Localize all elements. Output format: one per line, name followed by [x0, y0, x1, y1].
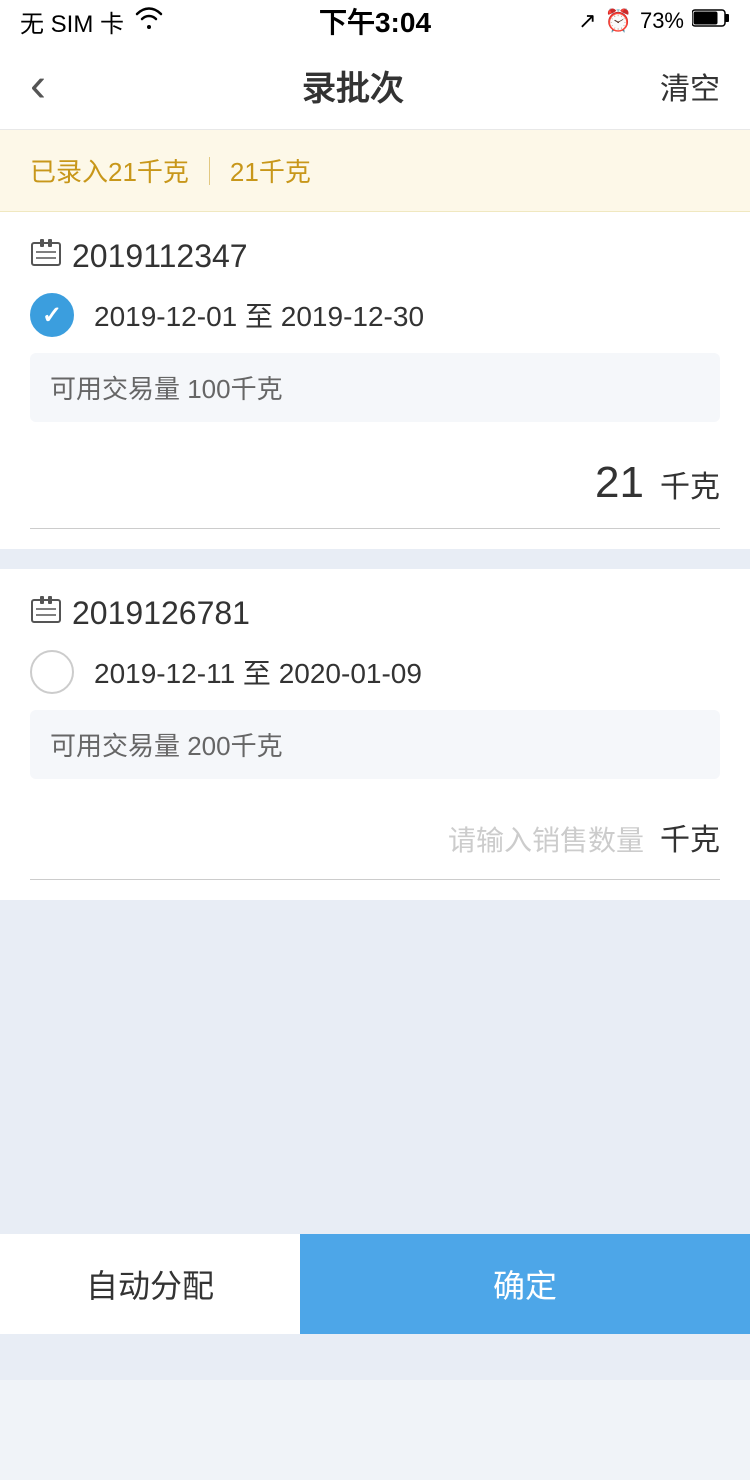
batch-date-row-1[interactable]: 2019-12-01 至 2019-12-30 [0, 285, 750, 353]
batch-header-1: 2019112347 [0, 212, 750, 285]
amount-unit-1: 千克 [660, 462, 720, 506]
input-placeholder-2: 请输入销售数量 [448, 819, 644, 859]
batch-icon-2 [30, 596, 62, 632]
recorded-label: 已录入21千克 [30, 152, 189, 189]
batch-card-1: 2019112347 2019-12-01 至 2019-12-30 可用交易量… [0, 212, 750, 549]
batch-header-2: 2019126781 [0, 569, 750, 642]
amount-value-1: 21 [595, 458, 644, 508]
status-bar: 无 SIM 卡 下午3:04 ↗ ⏰ 73% [0, 0, 750, 42]
bottom-bar: 自动分配 确定 [0, 1234, 750, 1334]
nav-bar: ‹ 录批次 清空 [0, 42, 750, 130]
input-row-2[interactable]: 请输入销售数量 千克 [0, 799, 750, 879]
batch-radio-1[interactable] [30, 293, 74, 337]
page-title: 录批次 [302, 61, 404, 110]
card-bottom-space-2 [0, 880, 750, 900]
alarm-icon: ⏰ [605, 8, 632, 34]
amount-row-1: 21 千克 [0, 442, 750, 528]
batch-quota-1: 可用交易量 100千克 [30, 353, 720, 422]
auto-distribute-label: 自动分配 [86, 1261, 214, 1307]
info-banner: 已录入21千克 21千克 [0, 130, 750, 212]
carrier-text: 无 SIM 卡 [20, 4, 124, 39]
confirm-label: 确定 [493, 1261, 557, 1307]
batch-date-1: 2019-12-01 至 2019-12-30 [94, 295, 424, 335]
batch-number-2: 2019126781 [72, 595, 250, 632]
auto-distribute-button[interactable]: 自动分配 [0, 1234, 300, 1334]
status-time: 下午3:04 [319, 1, 431, 41]
location-icon: ↗ [578, 8, 596, 34]
batch-radio-2[interactable] [30, 650, 74, 694]
battery-percent: 73% [640, 8, 684, 34]
batch-date-row-2[interactable]: 2019-12-11 至 2020-01-09 [0, 642, 750, 710]
batch-number-1: 2019112347 [72, 238, 248, 275]
card-divider [0, 549, 750, 569]
battery-icon [692, 7, 730, 35]
banner-divider [209, 157, 210, 185]
batch-quota-2: 可用交易量 200千克 [30, 710, 720, 779]
batch-icon-1 [30, 239, 62, 275]
status-left: 无 SIM 卡 [20, 4, 164, 39]
batch-date-2: 2019-12-11 至 2020-01-09 [94, 652, 422, 692]
confirm-button[interactable]: 确定 [300, 1234, 750, 1334]
status-right: ↗ ⏰ 73% [578, 7, 730, 35]
recorded-value: 21千克 [230, 152, 311, 189]
back-button[interactable]: ‹ [30, 62, 46, 110]
card-bottom-space-1 [0, 529, 750, 549]
input-unit-2: 千克 [660, 815, 720, 859]
clear-button[interactable]: 清空 [660, 64, 720, 108]
wifi-icon [134, 7, 164, 36]
batch-card-2: 2019126781 2019-12-11 至 2020-01-09 可用交易量… [0, 569, 750, 900]
